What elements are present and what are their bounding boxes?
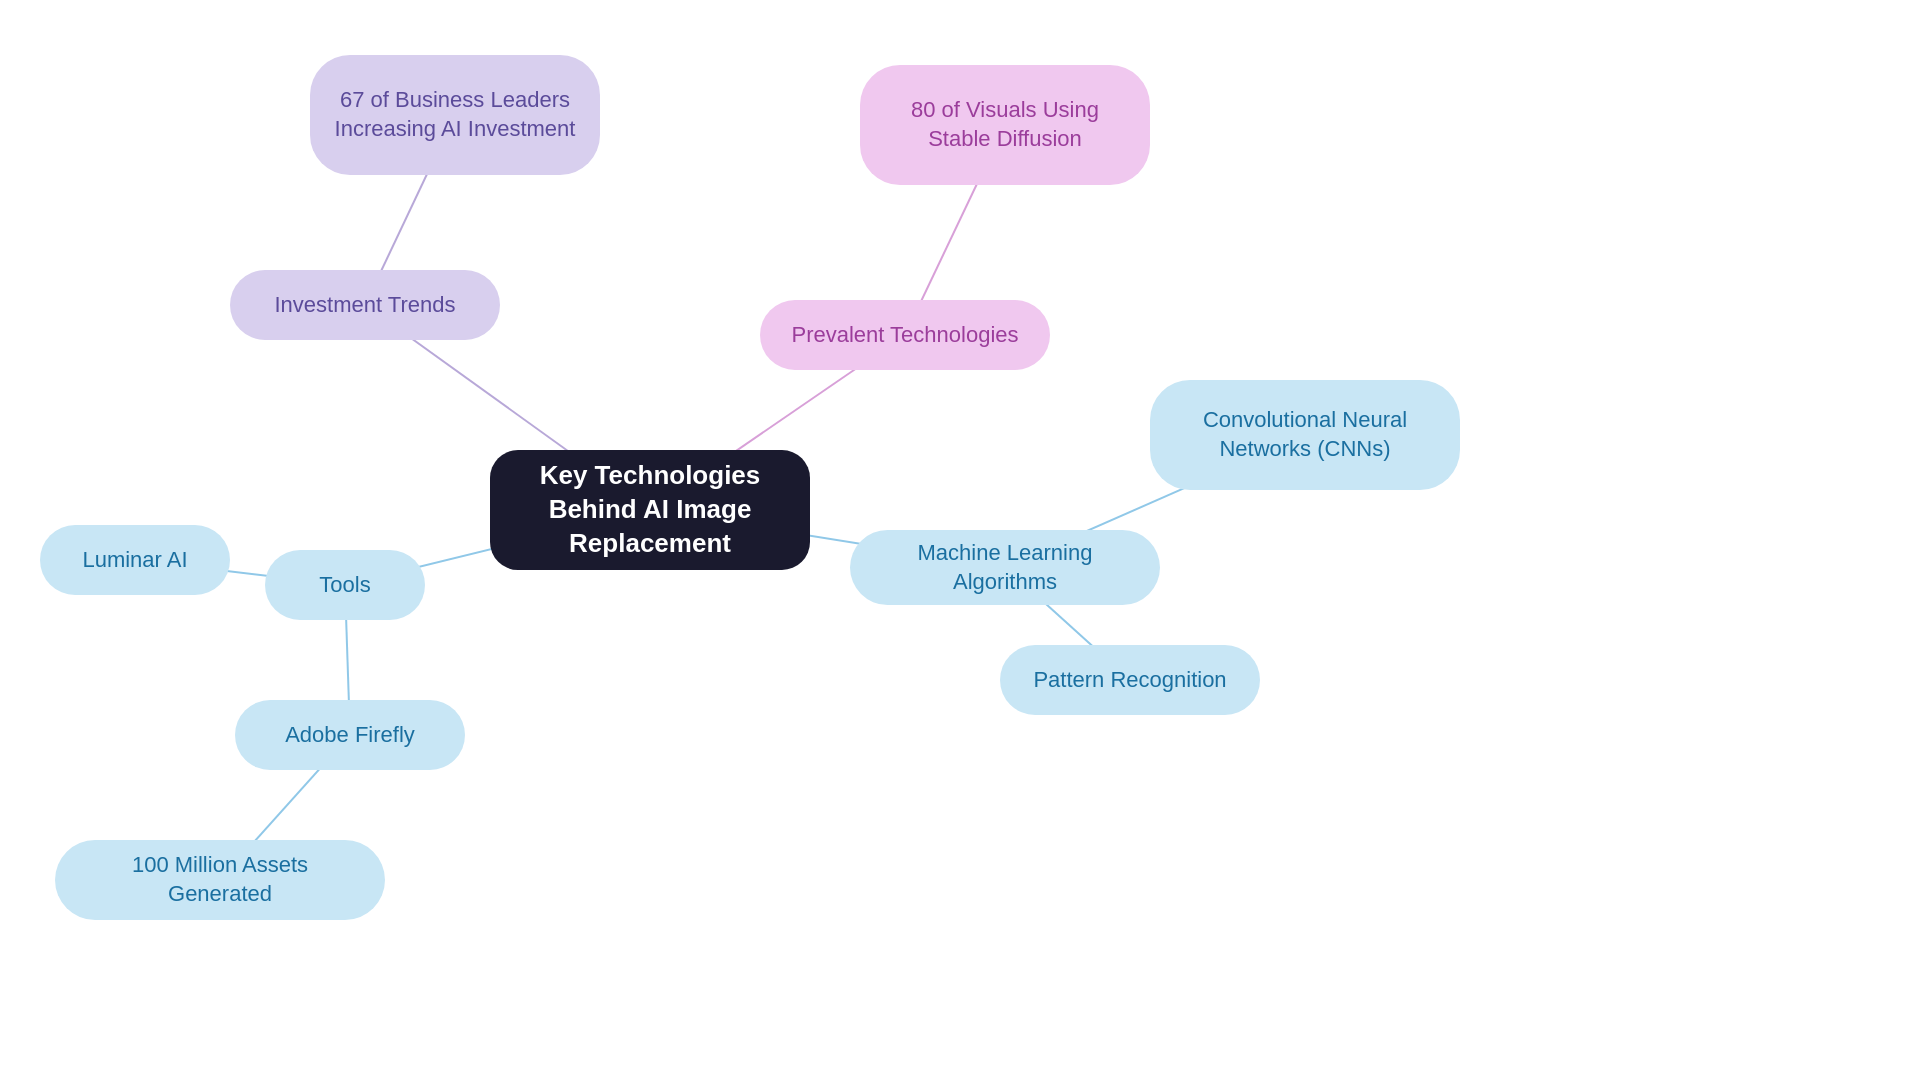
pattern-recognition-node: Pattern Recognition — [1000, 645, 1260, 715]
luminar-ai-label: Luminar AI — [82, 546, 187, 575]
center-node: Key Technologies Behind AI Image Replace… — [490, 450, 810, 570]
center-label: Key Technologies Behind AI Image Replace… — [514, 459, 786, 560]
cnn-node: Convolutional Neural Networks (CNNs) — [1150, 380, 1460, 490]
machine-learning-node: Machine Learning Algorithms — [850, 530, 1160, 605]
tools-label: Tools — [319, 571, 370, 600]
machine-learning-label: Machine Learning Algorithms — [874, 539, 1136, 596]
assets-generated-node: 100 Million Assets Generated — [55, 840, 385, 920]
assets-generated-label: 100 Million Assets Generated — [79, 851, 361, 908]
tools-node: Tools — [265, 550, 425, 620]
stable-diffusion-label: 80 of Visuals Using Stable Diffusion — [884, 96, 1126, 153]
investment-trends-label: Investment Trends — [275, 291, 456, 320]
prevalent-technologies-node: Prevalent Technologies — [760, 300, 1050, 370]
cnn-label: Convolutional Neural Networks (CNNs) — [1174, 406, 1436, 463]
business-leaders-node: 67 of Business Leaders Increasing AI Inv… — [310, 55, 600, 175]
stable-diffusion-node: 80 of Visuals Using Stable Diffusion — [860, 65, 1150, 185]
prevalent-technologies-label: Prevalent Technologies — [791, 321, 1018, 350]
adobe-firefly-node: Adobe Firefly — [235, 700, 465, 770]
luminar-ai-node: Luminar AI — [40, 525, 230, 595]
business-leaders-label: 67 of Business Leaders Increasing AI Inv… — [334, 86, 576, 143]
pattern-recognition-label: Pattern Recognition — [1033, 666, 1226, 695]
investment-trends-node: Investment Trends — [230, 270, 500, 340]
adobe-firefly-label: Adobe Firefly — [285, 721, 415, 750]
